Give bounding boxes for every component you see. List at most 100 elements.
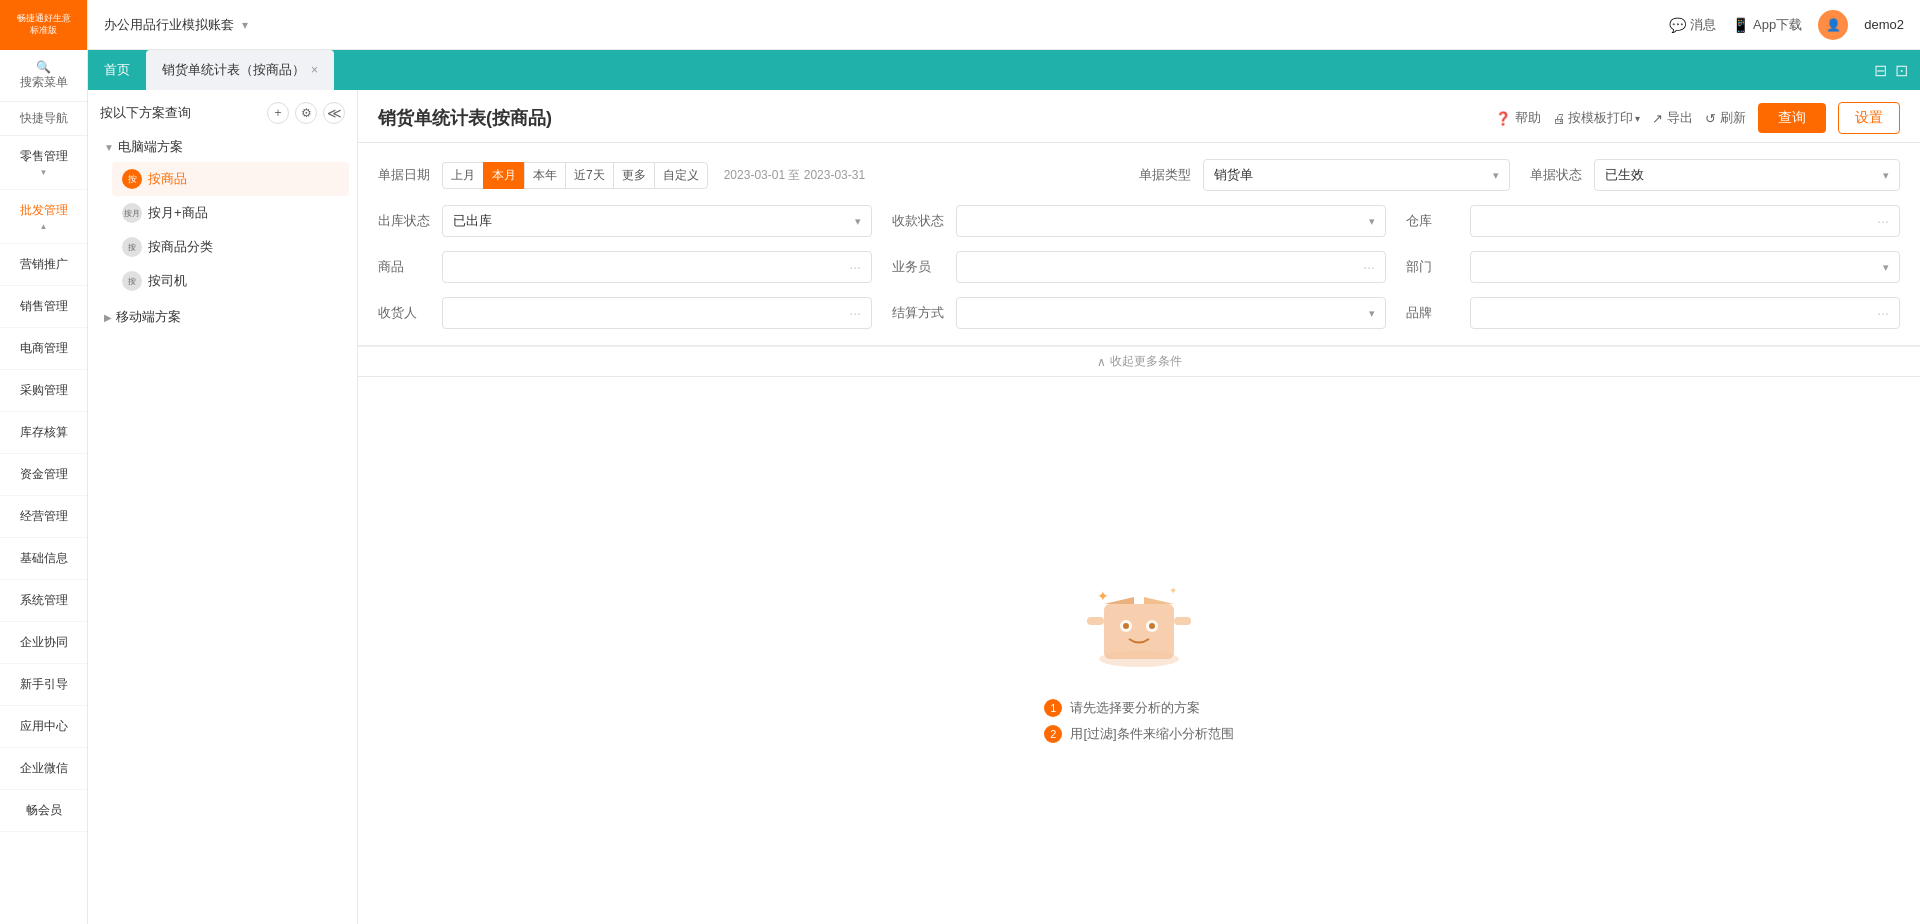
- tab-active[interactable]: 销货单统计表（按商品） ×: [146, 50, 334, 90]
- tree-child-by-goods[interactable]: 按 按商品: [112, 162, 349, 196]
- tree-child-by-category[interactable]: 按 按商品分类: [112, 230, 349, 264]
- username-label: demo2: [1864, 17, 1904, 32]
- app-download-btn[interactable]: 📱 App下载: [1732, 16, 1802, 34]
- refresh-label: 刷新: [1720, 109, 1746, 127]
- tree-parent-mobile[interactable]: ▶ 移动端方案: [96, 302, 349, 332]
- wholesale-arrow: ▲: [40, 222, 48, 231]
- sidebar-item-basics[interactable]: 基础信息: [0, 538, 87, 580]
- receipt-control[interactable]: ▾: [956, 205, 1386, 237]
- basics-label: 基础信息: [20, 550, 68, 567]
- doc-status-control[interactable]: 已生效 ▾: [1594, 159, 1901, 191]
- date-this-month[interactable]: 本月: [483, 162, 524, 189]
- page-title: 销货单统计表(按商品): [378, 106, 552, 130]
- tab-bar: 首页 销货单统计表（按商品） × ⊟ ⊡: [88, 50, 1920, 90]
- help-label: 帮助: [1515, 109, 1541, 127]
- brand-control[interactable]: ···: [1470, 297, 1900, 329]
- sidebar-item-wholesale[interactable]: 批发管理 ▲: [0, 190, 87, 244]
- settings-scheme-btn[interactable]: ⚙: [295, 102, 317, 124]
- collapse-panel-btn[interactable]: ≪: [323, 102, 345, 124]
- date-7days[interactable]: 近7天: [565, 162, 613, 189]
- minimize-btn[interactable]: ⊟: [1874, 61, 1887, 80]
- procurement-label: 采购管理: [20, 382, 68, 399]
- date-last-month[interactable]: 上月: [442, 162, 483, 189]
- industry-label: 办公用品行业模拟账套: [104, 16, 234, 34]
- export-btn[interactable]: ↗ 导出: [1652, 109, 1693, 127]
- settings-btn[interactable]: 设置: [1838, 102, 1900, 134]
- sidebar-item-procurement[interactable]: 采购管理: [0, 370, 87, 412]
- tab-close-btn[interactable]: ×: [311, 63, 318, 77]
- doc-type-label: 单据类型: [1139, 166, 1195, 184]
- department-control[interactable]: ▾: [1470, 251, 1900, 283]
- retail-label: 零售管理: [20, 148, 68, 165]
- sidebar-item-system[interactable]: 系统管理: [0, 580, 87, 622]
- payment-label: 结算方式: [892, 304, 948, 322]
- svg-rect-6: [1087, 617, 1104, 625]
- tree-parent-pc[interactable]: ▼ 电脑端方案: [96, 132, 349, 162]
- doc-type-control[interactable]: 销货单 ▾: [1203, 159, 1510, 191]
- tab-home[interactable]: 首页: [88, 50, 146, 90]
- print-btn[interactable]: 🖨 按模板打印 ▾: [1553, 109, 1640, 127]
- query-btn[interactable]: 查询: [1758, 103, 1826, 133]
- header-right: 💬 消息 📱 App下载 👤 demo2: [1669, 10, 1904, 40]
- sidebar-item-sales[interactable]: 销售管理: [0, 286, 87, 328]
- print-label: 按模板打印: [1568, 109, 1633, 127]
- date-this-year[interactable]: 本年: [524, 162, 565, 189]
- outbound-value: 已出库: [453, 212, 492, 230]
- tree-child-by-driver[interactable]: 按 按司机: [112, 264, 349, 298]
- receiver-control[interactable]: ···: [442, 297, 872, 329]
- export-label: 导出: [1667, 109, 1693, 127]
- collapse-bar[interactable]: ∧ 收起更多条件: [358, 346, 1920, 377]
- sidebar-item-marketing[interactable]: 营销推广: [0, 244, 87, 286]
- print-caret: ▾: [1635, 113, 1640, 124]
- collapse-label: 收起更多条件: [1110, 353, 1182, 370]
- salesperson-control[interactable]: ···: [956, 251, 1386, 283]
- tip-num-2: 2: [1044, 725, 1062, 743]
- search-menu[interactable]: 🔍 搜索菜单: [0, 50, 87, 102]
- messages-btn[interactable]: 💬 消息: [1669, 16, 1716, 34]
- sidebar-item-member[interactable]: 畅会员: [0, 790, 87, 832]
- salesperson-dots: ···: [1363, 259, 1375, 275]
- sidebar-item-inventory[interactable]: 库存核算: [0, 412, 87, 454]
- refresh-btn[interactable]: ↺ 刷新: [1705, 109, 1746, 127]
- sidebar-item-operations[interactable]: 经营管理: [0, 496, 87, 538]
- sidebar-item-newbie[interactable]: 新手引导: [0, 664, 87, 706]
- system-label: 系统管理: [20, 592, 68, 609]
- filter-payment: 结算方式 ▾: [892, 297, 1386, 329]
- inventory-label: 库存核算: [20, 424, 68, 441]
- sidebar-item-finance[interactable]: 资金管理: [0, 454, 87, 496]
- filter-row-3: 商品 ··· 业务员 ··· 部门: [378, 251, 1900, 283]
- date-custom[interactable]: 自定义: [654, 162, 708, 189]
- department-caret: ▾: [1883, 261, 1889, 274]
- payment-control[interactable]: ▾: [956, 297, 1386, 329]
- warehouse-control[interactable]: ···: [1470, 205, 1900, 237]
- outbound-control[interactable]: 已出库 ▾: [442, 205, 872, 237]
- collapse-up-icon: ∧: [1097, 355, 1106, 369]
- filter-row-1: 单据日期 上月 本月 本年 近7天 更多 自定义 2023-03-01 至 20…: [378, 159, 1900, 191]
- filter-goods: 商品 ···: [378, 251, 872, 283]
- sidebar-item-ecommerce[interactable]: 电商管理: [0, 328, 87, 370]
- tree-section: ▼ 电脑端方案 按 按商品 按月 按月+商品 按 按商品分类: [88, 132, 357, 332]
- user-avatar[interactable]: 👤: [1818, 10, 1848, 40]
- date-more[interactable]: 更多: [613, 162, 654, 189]
- sidebar-item-wechat[interactable]: 企业微信: [0, 748, 87, 790]
- filter-receipt: 收款状态 ▾: [892, 205, 1386, 237]
- by-driver-icon: 按: [122, 271, 142, 291]
- svg-point-5: [1149, 623, 1155, 629]
- sidebar-item-apps[interactable]: 应用中心: [0, 706, 87, 748]
- sidebar-item-enterprise[interactable]: 企业协同: [0, 622, 87, 664]
- maximize-btn[interactable]: ⊡: [1895, 61, 1908, 80]
- tree-child-by-month-goods[interactable]: 按月 按月+商品: [112, 196, 349, 230]
- brand-dots: ···: [1877, 305, 1889, 321]
- add-scheme-btn[interactable]: +: [267, 102, 289, 124]
- sidebar-item-retail[interactable]: 零售管理 ▼: [0, 136, 87, 190]
- filter-brand: 品牌 ···: [1406, 297, 1900, 329]
- top-header: 办公用品行业模拟账套 ▾ 💬 消息 📱 App下载 👤 demo2: [88, 0, 1920, 50]
- industry-dropdown[interactable]: ▾: [242, 18, 248, 32]
- help-btn[interactable]: ❓ 帮助: [1495, 109, 1541, 127]
- warehouse-dots: ···: [1877, 213, 1889, 229]
- by-goods-icon: 按: [122, 169, 142, 189]
- goods-control[interactable]: ···: [442, 251, 872, 283]
- quick-nav[interactable]: 快捷导航: [0, 102, 87, 136]
- payment-caret: ▾: [1369, 307, 1375, 320]
- filter-doc-type: 单据类型 销货单 ▾: [1139, 159, 1510, 191]
